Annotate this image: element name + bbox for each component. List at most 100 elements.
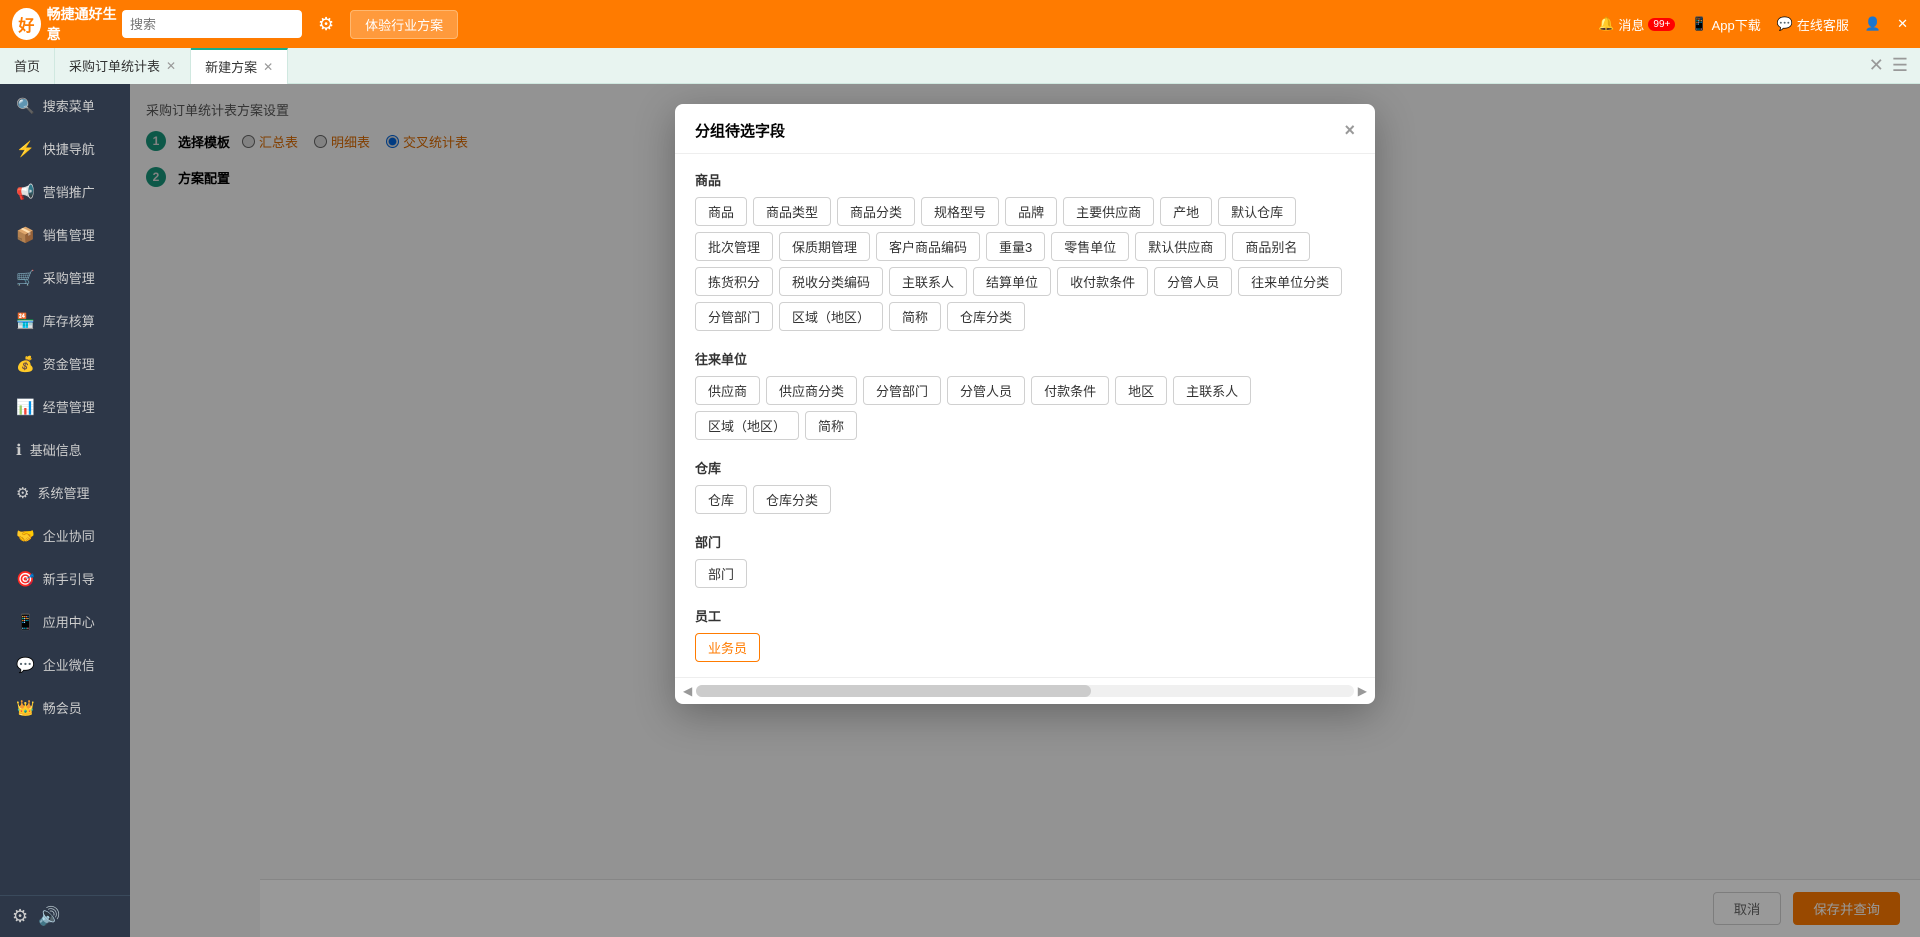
horizontal-scrollbar[interactable] xyxy=(696,685,1354,697)
field-settlement-unit[interactable]: 结算单位 xyxy=(973,267,1051,296)
field-short-name[interactable]: 简称 xyxy=(889,302,941,331)
field-manage-dept[interactable]: 分管部门 xyxy=(863,376,941,405)
field-region[interactable]: 区域（地区） xyxy=(779,302,883,331)
sidebar-item-finance[interactable]: 💰 资金管理 xyxy=(0,342,130,385)
trial-btn[interactable]: 体验行业方案 xyxy=(350,10,458,39)
enterprise-wechat-icon: 💬 xyxy=(16,656,35,674)
field-area[interactable]: 地区 xyxy=(1115,376,1167,405)
sidebar-item-enterprise-wechat[interactable]: 💬 企业微信 xyxy=(0,643,130,686)
support-item[interactable]: 💬 在线客服 xyxy=(1777,15,1849,34)
sidebar-audio-icon[interactable]: 🔊 xyxy=(38,906,60,927)
sidebar-label-operations: 经营管理 xyxy=(43,397,95,416)
field-batch-mgmt[interactable]: 批次管理 xyxy=(695,232,773,261)
field-manage-person[interactable]: 分管人员 xyxy=(947,376,1025,405)
content-area: 采购订单统计表方案设置 1 选择模板 汇总表 明细表 交叉统计表 xyxy=(130,84,1920,937)
top-right-area: 🔔 消息 99+ 📱 App下载 💬 在线客服 👤 ✕ xyxy=(1598,15,1908,34)
tab-purchase-stats-close[interactable]: ✕ xyxy=(166,59,176,73)
field-spec-model[interactable]: 规格型号 xyxy=(921,197,999,226)
modal-dialog: 分组待选字段 × 商品 商品 商品类型 商品分类 规格型号 品牌 xyxy=(675,104,1375,704)
field-supplier[interactable]: 供应商 xyxy=(695,376,760,405)
field-supplier-category[interactable]: 供应商分类 xyxy=(766,376,857,405)
tab-purchase-stats[interactable]: 采购订单统计表 ✕ xyxy=(55,48,191,84)
field-default-warehouse[interactable]: 默认仓库 xyxy=(1218,197,1296,226)
app-download-item[interactable]: 📱 App下载 xyxy=(1691,15,1760,34)
field-salesperson[interactable]: 业务员 xyxy=(695,633,760,662)
tab-new-plan[interactable]: 新建方案 ✕ xyxy=(191,48,288,84)
field-product-alias[interactable]: 商品别名 xyxy=(1232,232,1310,261)
sidebar-bottom: ⚙ 🔊 xyxy=(0,895,130,937)
field-manager[interactable]: 分管人员 xyxy=(1154,267,1232,296)
gear-icon[interactable]: ⚙ xyxy=(318,14,334,35)
field-customer-code[interactable]: 客户商品编码 xyxy=(876,232,980,261)
field-main-contact2[interactable]: 主联系人 xyxy=(1173,376,1251,405)
sidebar-label-sales: 销售管理 xyxy=(43,225,95,244)
sidebar-item-sales[interactable]: 📦 销售管理 xyxy=(0,213,130,256)
field-product-type[interactable]: 商品类型 xyxy=(753,197,831,226)
tab-bar-menu[interactable]: ☰ xyxy=(1892,55,1908,76)
field-department[interactable]: 部门 xyxy=(695,559,747,588)
field-payment-terms[interactable]: 收付款条件 xyxy=(1057,267,1148,296)
field-main-contact[interactable]: 主联系人 xyxy=(889,267,967,296)
field-warehouse-cat[interactable]: 仓库分类 xyxy=(753,485,831,514)
field-weight3[interactable]: 重量3 xyxy=(986,232,1045,261)
sidebar-item-basic-info[interactable]: ℹ 基础信息 xyxy=(0,428,130,471)
field-product-category[interactable]: 商品分类 xyxy=(837,197,915,226)
field-pick-points[interactable]: 拣货积分 xyxy=(695,267,773,296)
tab-home[interactable]: 首页 xyxy=(0,48,55,84)
sidebar-item-new-guide[interactable]: 🎯 新手引导 xyxy=(0,557,130,600)
notification-item[interactable]: 🔔 消息 99+ xyxy=(1598,15,1675,34)
sidebar-item-operations[interactable]: 📊 经营管理 xyxy=(0,385,130,428)
sidebar-item-inventory[interactable]: 🏪 库存核算 xyxy=(0,299,130,342)
section-product-title: 商品 xyxy=(695,170,1355,189)
field-retail-unit[interactable]: 零售单位 xyxy=(1051,232,1129,261)
marketing-icon: 📢 xyxy=(16,183,35,201)
sidebar-item-member[interactable]: 👑 畅会员 xyxy=(0,686,130,729)
field-region2[interactable]: 区域（地区） xyxy=(695,411,799,440)
sidebar-label-system: 系统管理 xyxy=(37,483,89,502)
field-main-supplier[interactable]: 主要供应商 xyxy=(1063,197,1154,226)
counterpart-fields: 供应商 供应商分类 分管部门 分管人员 付款条件 地区 主联系人 区域（地区） … xyxy=(695,376,1355,440)
user-avatar[interactable]: 👤 xyxy=(1865,16,1881,32)
field-warehouse-category[interactable]: 仓库分类 xyxy=(947,302,1025,331)
sidebar-label-quick-nav: 快捷导航 xyxy=(43,139,95,158)
sidebar-item-marketing[interactable]: 📢 营销推广 xyxy=(0,170,130,213)
field-default-supplier[interactable]: 默认供应商 xyxy=(1135,232,1226,261)
member-icon: 👑 xyxy=(16,699,35,717)
sidebar-label-marketing: 营销推广 xyxy=(43,182,95,201)
inventory-icon: 🏪 xyxy=(16,312,35,330)
sidebar-item-search-menu[interactable]: 🔍 搜索菜单 xyxy=(0,84,130,127)
window-close-btn[interactable]: ✕ xyxy=(1897,16,1908,32)
field-payment-condition[interactable]: 付款条件 xyxy=(1031,376,1109,405)
scroll-right-btn[interactable]: ▶ xyxy=(1358,684,1367,698)
search-input[interactable] xyxy=(122,10,302,38)
modal-body[interactable]: 商品 商品 商品类型 商品分类 规格型号 品牌 主要供应商 产地 默认仓库 批次… xyxy=(675,154,1375,677)
sidebar-item-system[interactable]: ⚙ 系统管理 xyxy=(0,471,130,514)
field-counterpart-category[interactable]: 往来单位分类 xyxy=(1238,267,1342,296)
field-dept[interactable]: 分管部门 xyxy=(695,302,773,331)
section-employee: 员工 业务员 xyxy=(695,606,1355,662)
field-origin[interactable]: 产地 xyxy=(1160,197,1212,226)
top-search-area: ⚙ 体验行业方案 xyxy=(122,10,1598,39)
sidebar-item-app-center[interactable]: 📱 应用中心 xyxy=(0,600,130,643)
scroll-left-btn[interactable]: ◀ xyxy=(683,684,692,698)
tab-bar: 首页 采购订单统计表 ✕ 新建方案 ✕ ✕ ☰ xyxy=(0,48,1920,84)
section-department-title: 部门 xyxy=(695,532,1355,551)
download-icon: 📱 xyxy=(1691,16,1707,32)
product-fields: 商品 商品类型 商品分类 规格型号 品牌 主要供应商 产地 默认仓库 批次管理 … xyxy=(695,197,1355,331)
sidebar-settings-icon[interactable]: ⚙ xyxy=(12,906,28,927)
sidebar-item-purchase[interactable]: 🛒 采购管理 xyxy=(0,256,130,299)
sidebar-item-quick-nav[interactable]: ⚡ 快捷导航 xyxy=(0,127,130,170)
tab-bar-close[interactable]: ✕ xyxy=(1869,55,1884,76)
field-brand[interactable]: 品牌 xyxy=(1005,197,1057,226)
purchase-icon: 🛒 xyxy=(16,269,35,287)
field-product[interactable]: 商品 xyxy=(695,197,747,226)
modal-close-btn[interactable]: × xyxy=(1344,120,1355,141)
field-abbr[interactable]: 简称 xyxy=(805,411,857,440)
top-bar: 好 畅捷通好生意 ⚙ 体验行业方案 🔔 消息 99+ 📱 App下载 💬 在线客… xyxy=(0,0,1920,48)
field-warehouse[interactable]: 仓库 xyxy=(695,485,747,514)
field-expiry-mgmt[interactable]: 保质期管理 xyxy=(779,232,870,261)
section-product: 商品 商品 商品类型 商品分类 规格型号 品牌 主要供应商 产地 默认仓库 批次… xyxy=(695,170,1355,331)
field-tax-category-code[interactable]: 税收分类编码 xyxy=(779,267,883,296)
sidebar-item-enterprise[interactable]: 🤝 企业协同 xyxy=(0,514,130,557)
tab-new-plan-close[interactable]: ✕ xyxy=(263,60,273,74)
